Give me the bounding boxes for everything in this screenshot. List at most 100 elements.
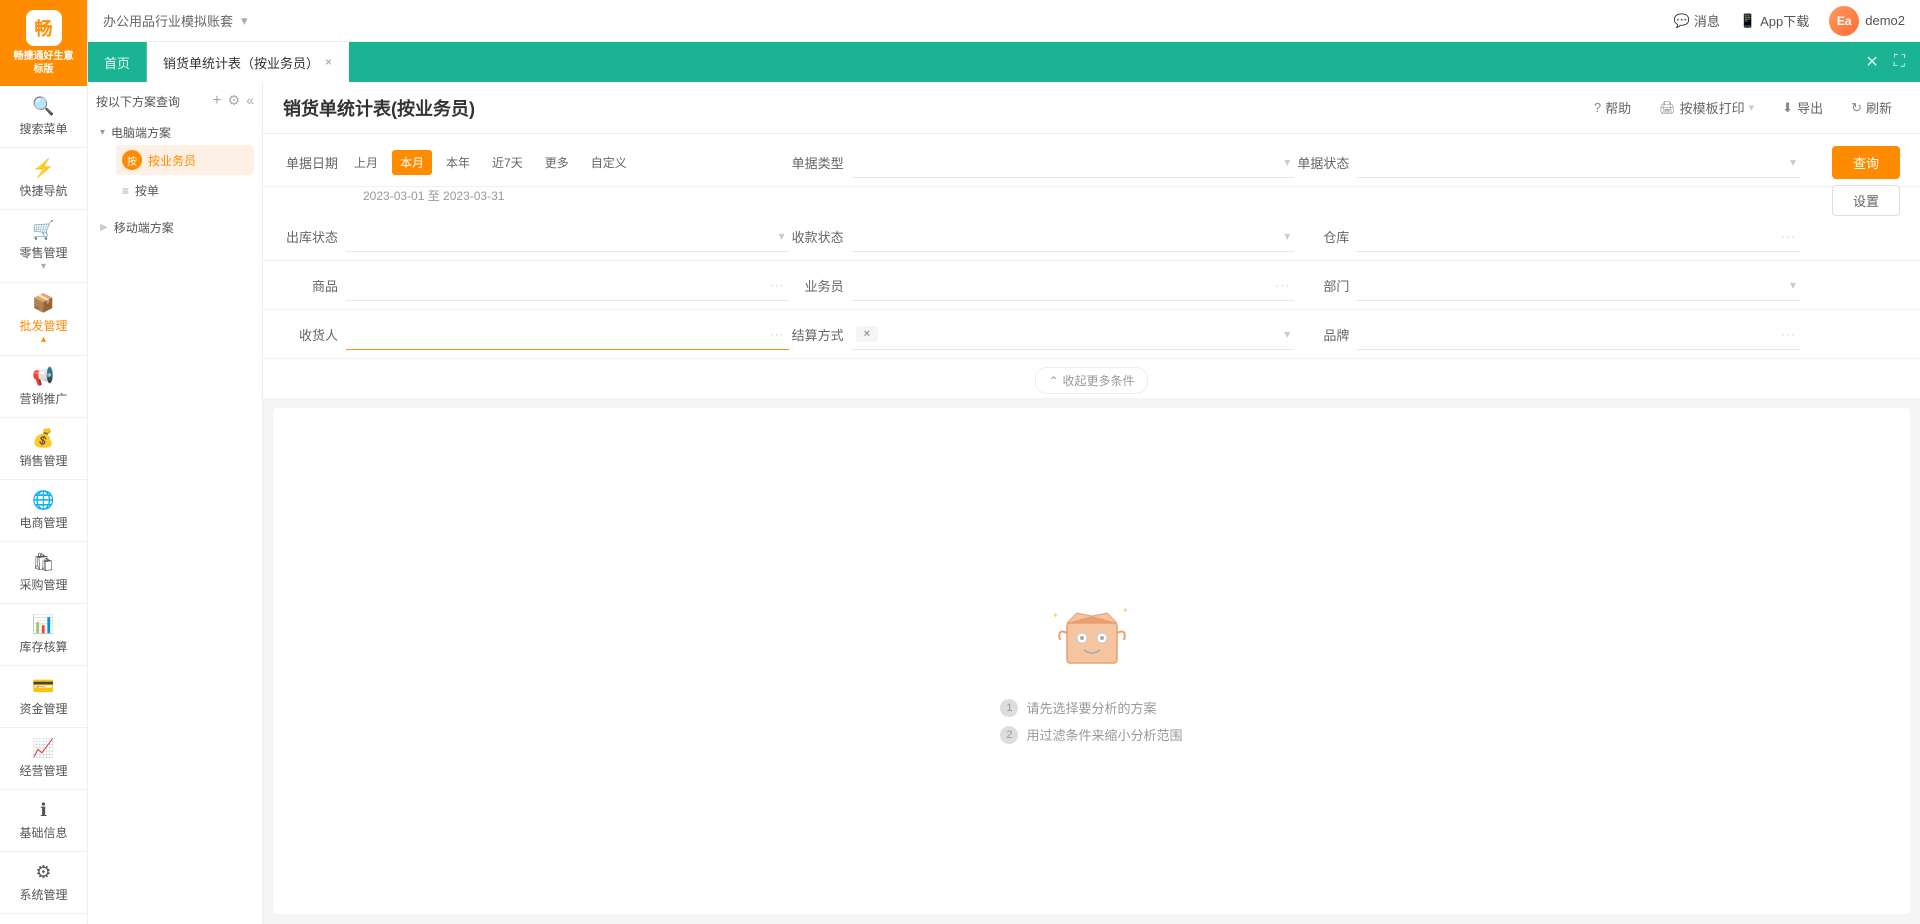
product-input[interactable]: ··· xyxy=(346,269,789,301)
collapse-button[interactable]: ⌃ 收起更多条件 xyxy=(1035,367,1147,394)
sidebar-item-ecommerce[interactable]: 🌐 电商管理 xyxy=(0,480,87,542)
hint-num-1: 1 xyxy=(1000,699,1018,717)
brand-input[interactable]: ··· xyxy=(1357,318,1800,350)
tab-home[interactable]: 首页 xyxy=(88,42,147,82)
tab-close-icon[interactable]: × xyxy=(325,55,332,69)
consignee-input[interactable]: ··· xyxy=(346,318,789,350)
chevron-up-icon: ▴ xyxy=(41,334,46,345)
left-panel: 按以下方案查询 + ⚙ « ▾ 电脑端方案 按 按业务员 xyxy=(88,82,263,924)
workspace-dropdown-icon[interactable]: ▾ xyxy=(241,13,248,29)
tabs-bar: 首页 销货单统计表（按业务员） × ✕ ⛶ xyxy=(88,42,1920,82)
salesperson-input[interactable]: ··· xyxy=(852,269,1295,301)
outstatus-select[interactable]: ▾ xyxy=(346,220,789,252)
date-filter: 上月 本月 本年 近7天 更多 自定义 xyxy=(346,150,789,175)
settings-button[interactable]: 设置 xyxy=(1832,185,1900,216)
page-actions: ? 帮助 🖨 按模板打印 ▾ ⬇ 导出 ↻ xyxy=(1586,94,1900,121)
sidebar-item-search[interactable]: 🔍 搜索菜单 xyxy=(0,86,87,148)
doctype-chevron: ▾ xyxy=(1284,155,1290,169)
export-icon: ⬇ xyxy=(1782,100,1793,116)
settlement-close[interactable]: × xyxy=(864,328,870,340)
refresh-button[interactable]: ↻ 刷新 xyxy=(1843,94,1900,121)
add-plan-icon[interactable]: + xyxy=(212,92,221,110)
receiptstatus-select[interactable]: ▾ xyxy=(852,220,1295,252)
date-btn-custom[interactable]: 自定义 xyxy=(583,150,635,175)
help-icon: ? xyxy=(1594,100,1601,115)
basic-icon: ℹ xyxy=(40,800,47,821)
filter-cell-brand: 品牌 ··· xyxy=(1294,318,1800,350)
sidebar-item-ecommerce-label: 电商管理 xyxy=(19,514,67,531)
app-download-label: App下载 xyxy=(1760,11,1809,30)
doctype-select[interactable]: ▾ xyxy=(852,146,1295,178)
help-button[interactable]: ? 帮助 xyxy=(1586,94,1639,121)
tree-item-by-order[interactable]: ≡ 按单 xyxy=(116,177,254,204)
message-button[interactable]: 💬 消息 xyxy=(1674,11,1720,30)
svg-text:✦: ✦ xyxy=(1052,611,1059,620)
doctype-label: 单据类型 xyxy=(789,153,844,172)
collapse-panel-icon[interactable]: « xyxy=(246,92,254,110)
settlement-select[interactable]: × ▾ xyxy=(852,318,1295,350)
sidebar-item-retail[interactable]: 🛒 零售管理 ▾ xyxy=(0,210,87,283)
sidebar-item-quick-nav[interactable]: ⚡ 快捷导航 xyxy=(0,148,87,210)
settings-plan-icon[interactable]: ⚙ xyxy=(228,92,241,110)
tree-pc-label: 电脑端方案 xyxy=(111,124,171,141)
wholesale-icon: 📦 xyxy=(32,293,54,314)
outstatus-chevron: ▾ xyxy=(779,229,785,243)
filter-cell-outstatus: 出库状态 ▾ xyxy=(283,220,789,252)
sidebar-item-system-label: 系统管理 xyxy=(19,886,67,903)
sidebar-item-wholesale-label: 批发管理 xyxy=(19,317,67,334)
app-logo[interactable]: 畅 畅捷通好生意 标版 xyxy=(0,0,87,86)
sidebar-item-finance[interactable]: 💳 资金管理 xyxy=(0,666,87,728)
date-btn-7days[interactable]: 近7天 xyxy=(484,150,531,175)
filter-cell-product: 商品 ··· xyxy=(283,269,789,301)
query-button[interactable]: 查询 xyxy=(1832,146,1900,179)
tree-section-mobile[interactable]: ▶ 移动端方案 xyxy=(96,214,254,241)
tree-item-by-salesperson[interactable]: 按 按业务员 xyxy=(116,145,254,175)
warehouse-input[interactable]: ··· xyxy=(1357,220,1800,252)
date-btn-last-month[interactable]: 上月 xyxy=(346,150,386,175)
sidebar-item-system[interactable]: ⚙ 系统管理 xyxy=(0,852,87,914)
sidebar-item-inventory[interactable]: 📊 库存核算 xyxy=(0,604,87,666)
sidebar-item-operations[interactable]: 📈 经营管理 xyxy=(0,728,87,790)
department-label: 部门 xyxy=(1294,276,1349,295)
download-icon: 📱 xyxy=(1740,13,1756,29)
empty-illustration: ✦ ✦ xyxy=(1042,578,1142,678)
warehouse-dots: ··· xyxy=(1781,229,1796,243)
sidebar-item-retail-label: 零售管理 xyxy=(19,244,67,261)
app-download-button[interactable]: 📱 App下载 xyxy=(1740,11,1809,30)
salesperson-dots: ··· xyxy=(1275,278,1290,292)
date-label: 单据日期 xyxy=(283,153,338,172)
sidebar-item-purchase-label: 采购管理 xyxy=(19,576,67,593)
user-area[interactable]: Ea demo2 xyxy=(1829,6,1905,36)
query-btn-area: 查询 设置 xyxy=(1832,146,1900,216)
settlement-tag: × xyxy=(856,326,878,342)
retail-icon: 🛒 xyxy=(32,220,54,241)
outstatus-label: 出库状态 xyxy=(283,227,338,246)
date-btn-more[interactable]: 更多 xyxy=(537,150,577,175)
template-print-button[interactable]: 🖨 按模板打印 ▾ xyxy=(1651,94,1762,121)
tree-section-pc[interactable]: ▾ 电脑端方案 xyxy=(96,120,254,145)
sidebar-item-purchase[interactable]: 🛍 采购管理 xyxy=(0,542,87,604)
product-dots: ··· xyxy=(770,278,785,292)
sidebar-item-basic-label: 基础信息 xyxy=(19,824,67,841)
active-item-icon: 按 xyxy=(122,150,142,170)
maximize-window-icon[interactable]: ⛶ xyxy=(1889,51,1910,73)
home-tab-label: 首页 xyxy=(104,53,130,72)
sidebar-item-basic[interactable]: ℹ 基础信息 xyxy=(0,790,87,852)
sidebar-item-wholesale[interactable]: 📦 批发管理 ▴ xyxy=(0,283,87,356)
export-button[interactable]: ⬇ 导出 xyxy=(1774,94,1831,121)
sidebar-item-enterprise[interactable]: 🤝 企业协同 xyxy=(0,914,87,924)
date-btn-this-month[interactable]: 本月 xyxy=(392,150,432,175)
docstatus-select[interactable]: ▾ xyxy=(1357,146,1800,178)
active-tab-label: 销货单统计表（按业务员） xyxy=(163,53,319,72)
tab-active[interactable]: 销货单统计表（按业务员） × xyxy=(147,42,349,82)
template-print-label: 按模板打印 xyxy=(1680,98,1745,117)
sidebar-item-marketing[interactable]: 📢 营销推广 xyxy=(0,356,87,418)
tree-mobile-label: 移动端方案 xyxy=(114,219,174,236)
chevron-down-icon: ▾ xyxy=(41,261,46,272)
marketing-icon: 📢 xyxy=(32,366,54,387)
close-window-icon[interactable]: ✕ xyxy=(1860,50,1883,74)
department-select[interactable]: ▾ xyxy=(1357,269,1800,301)
date-btn-this-year[interactable]: 本年 xyxy=(438,150,478,175)
sidebar-item-sales[interactable]: 💰 销售管理 xyxy=(0,418,87,480)
system-icon: ⚙ xyxy=(35,862,51,883)
